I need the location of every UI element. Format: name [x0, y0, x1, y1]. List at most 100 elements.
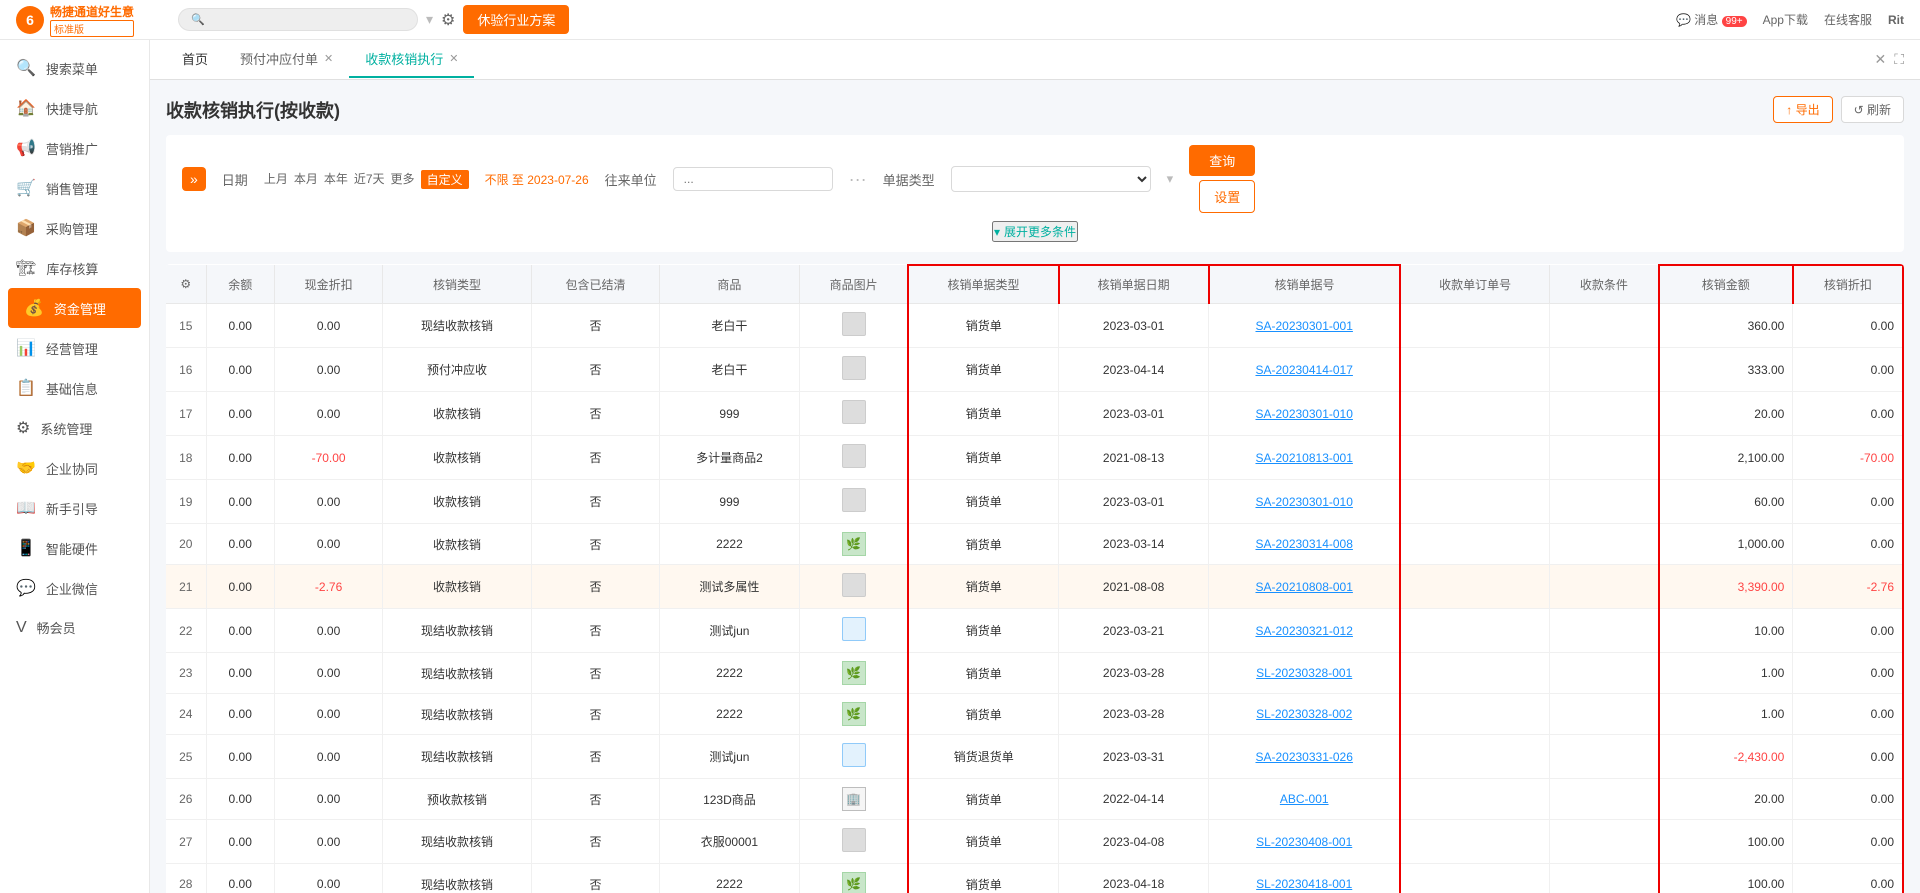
verify-bill-no: SA-20210808-001	[1209, 565, 1401, 609]
query-btn[interactable]: 查询	[1189, 145, 1255, 176]
sidebar-item-base-info[interactable]: 📋 基础信息	[0, 368, 149, 408]
sidebar-item-business[interactable]: 📊 经营管理	[0, 328, 149, 368]
cash-discount: 0.00	[274, 348, 382, 392]
receipt-condition	[1550, 304, 1659, 348]
product-image	[799, 609, 908, 653]
cash-discount: 0.00	[274, 735, 382, 779]
verify-bill-no: SL-20230328-001	[1209, 653, 1401, 694]
cash-discount: 0.00	[274, 694, 382, 735]
product-image	[799, 820, 908, 864]
sidebar-item-finance[interactable]: 💰 资金管理	[8, 288, 141, 328]
receipt-order-no	[1400, 779, 1549, 820]
sidebar-label-base-info: 基础信息	[46, 379, 98, 398]
sidebar-item-guide[interactable]: 📖 新手引导	[0, 488, 149, 528]
sidebar-item-search-menu[interactable]: 🔍 搜索菜单	[0, 48, 149, 88]
verify-bill-date: 2022-04-14	[1059, 779, 1209, 820]
table-row: 150.000.00现结收款核销否老白干销货单2023-03-01SA-2023…	[166, 304, 1903, 348]
balance: 0.00	[206, 694, 274, 735]
receipt-order-no	[1400, 348, 1549, 392]
purchase-icon: 📦	[16, 218, 36, 238]
search-box-display: 🔍	[178, 8, 418, 31]
verify-bill-no-link[interactable]: SA-20230321-012	[1255, 624, 1352, 638]
balance: 0.00	[206, 565, 274, 609]
tab-home[interactable]: 首页	[166, 41, 224, 78]
sidebar-item-sales[interactable]: 🛒 销售管理	[0, 168, 149, 208]
verify-bill-no-link[interactable]: SA-20230331-026	[1255, 750, 1352, 764]
verify-bill-no-link[interactable]: SA-20230314-008	[1255, 537, 1352, 551]
settings-gear-btn[interactable]: ⚙	[441, 10, 455, 30]
close-window-btn[interactable]: ✕	[1874, 51, 1886, 68]
sidebar-item-wechat[interactable]: 💬 企业微信	[0, 568, 149, 608]
receipt-order-no	[1400, 524, 1549, 565]
included-settled: 否	[531, 609, 659, 653]
verify-bill-no-link[interactable]: SA-20210808-001	[1255, 580, 1352, 594]
expand-window-btn[interactable]: ⛶	[1894, 51, 1904, 68]
tab-receipt-verify[interactable]: 收款核销执行 ✕	[349, 41, 474, 78]
tab-prepay[interactable]: 预付冲应付单 ✕	[224, 41, 349, 78]
tab-home-label: 首页	[182, 49, 208, 68]
app-download-btn[interactable]: App下载	[1763, 11, 1808, 28]
refresh-btn[interactable]: ↺ 刷新	[1841, 96, 1904, 123]
verify-bill-no-link[interactable]: SL-20230328-002	[1256, 707, 1352, 721]
th-gear[interactable]: ⚙	[166, 265, 206, 304]
message-btn[interactable]: 💬 消息 99+	[1676, 11, 1747, 28]
from-unit-input[interactable]	[673, 167, 833, 191]
verify-type: 收款核销	[383, 524, 531, 565]
filter-expand-btn[interactable]: »	[182, 167, 206, 191]
row-num: 18	[166, 436, 206, 480]
verify-bill-no-link[interactable]: SA-20230301-001	[1255, 319, 1352, 333]
sidebar-item-inventory[interactable]: 🏗 库存核算	[0, 248, 149, 288]
verify-bill-no-link[interactable]: SL-20230328-001	[1256, 666, 1352, 680]
cash-discount: 0.00	[274, 864, 382, 893]
date-this-month[interactable]: 本月	[294, 170, 318, 189]
date-custom[interactable]: 自定义	[421, 170, 469, 189]
export-btn[interactable]: ↑ 导出	[1773, 96, 1832, 123]
verify-bill-no-link[interactable]: SL-20230408-001	[1256, 835, 1352, 849]
online-service-btn[interactable]: 在线客服	[1824, 11, 1872, 28]
sidebar-label-inventory: 库存核算	[46, 259, 98, 278]
verify-bill-no-link[interactable]: ABC-001	[1280, 792, 1329, 806]
tab-receipt-verify-close[interactable]: ✕	[449, 52, 458, 65]
date-more[interactable]: 更多	[391, 170, 415, 189]
verify-type: 现结收款核销	[383, 609, 531, 653]
cash-discount: 0.00	[274, 392, 382, 436]
verify-bill-no: SA-20230301-010	[1209, 480, 1401, 524]
filter-settings-btn[interactable]: 设置	[1199, 180, 1255, 213]
tab-receipt-verify-label: 收款核销执行	[365, 49, 443, 68]
verify-bill-no: SA-20230331-026	[1209, 735, 1401, 779]
receipt-order-no	[1400, 694, 1549, 735]
date-last-month[interactable]: 上月	[264, 170, 288, 189]
guide-icon: 📖	[16, 498, 36, 518]
sidebar-item-purchase[interactable]: 📦 采购管理	[0, 208, 149, 248]
verify-bill-no-link[interactable]: SA-20210813-001	[1255, 451, 1352, 465]
expand-more-row: ▾ 展开更多条件	[182, 221, 1888, 242]
receipt-order-no	[1400, 609, 1549, 653]
solution-btn[interactable]: 休验行业方案	[463, 5, 569, 34]
sidebar-item-quick-nav[interactable]: 🏠 快捷导航	[0, 88, 149, 128]
date-this-year[interactable]: 本年	[324, 170, 348, 189]
verify-amount: 2,100.00	[1659, 436, 1793, 480]
sidebar-item-member[interactable]: V 畅会员	[0, 608, 149, 647]
sidebar-item-system[interactable]: ⚙ 系统管理	[0, 408, 149, 448]
receipt-condition	[1550, 565, 1659, 609]
verify-bill-no-link[interactable]: SA-20230414-017	[1255, 363, 1352, 377]
sidebar-label-guide: 新手引导	[46, 499, 98, 518]
verify-bill-type: 销货单	[908, 694, 1058, 735]
verify-bill-no-link[interactable]: SA-20230301-010	[1255, 495, 1352, 509]
table-row: 260.000.00预收款核销否123D商品🏢销货单2022-04-14ABC-…	[166, 779, 1903, 820]
bill-type-select[interactable]	[951, 166, 1151, 192]
verify-amount: 333.00	[1659, 348, 1793, 392]
tab-prepay-close[interactable]: ✕	[324, 52, 333, 65]
verify-discount: 0.00	[1793, 694, 1903, 735]
included-settled: 否	[531, 304, 659, 348]
dropdown-icon: ▾	[426, 11, 433, 28]
sidebar-item-smart-hw[interactable]: 📱 智能硬件	[0, 528, 149, 568]
sidebar-item-marketing[interactable]: 📢 营销推广	[0, 128, 149, 168]
sidebar-item-enterprise[interactable]: 🤝 企业协同	[0, 448, 149, 488]
verify-bill-no-link[interactable]: SA-20230301-010	[1255, 407, 1352, 421]
receipt-condition	[1550, 348, 1659, 392]
date-7days[interactable]: 近7天	[354, 170, 385, 189]
verify-bill-no-link[interactable]: SL-20230418-001	[1256, 877, 1352, 891]
expand-more-btn[interactable]: ▾ 展开更多条件	[992, 221, 1078, 242]
page-content: 收款核销执行(按收款) ↑ 导出 ↺ 刷新 » 日期	[150, 80, 1920, 893]
